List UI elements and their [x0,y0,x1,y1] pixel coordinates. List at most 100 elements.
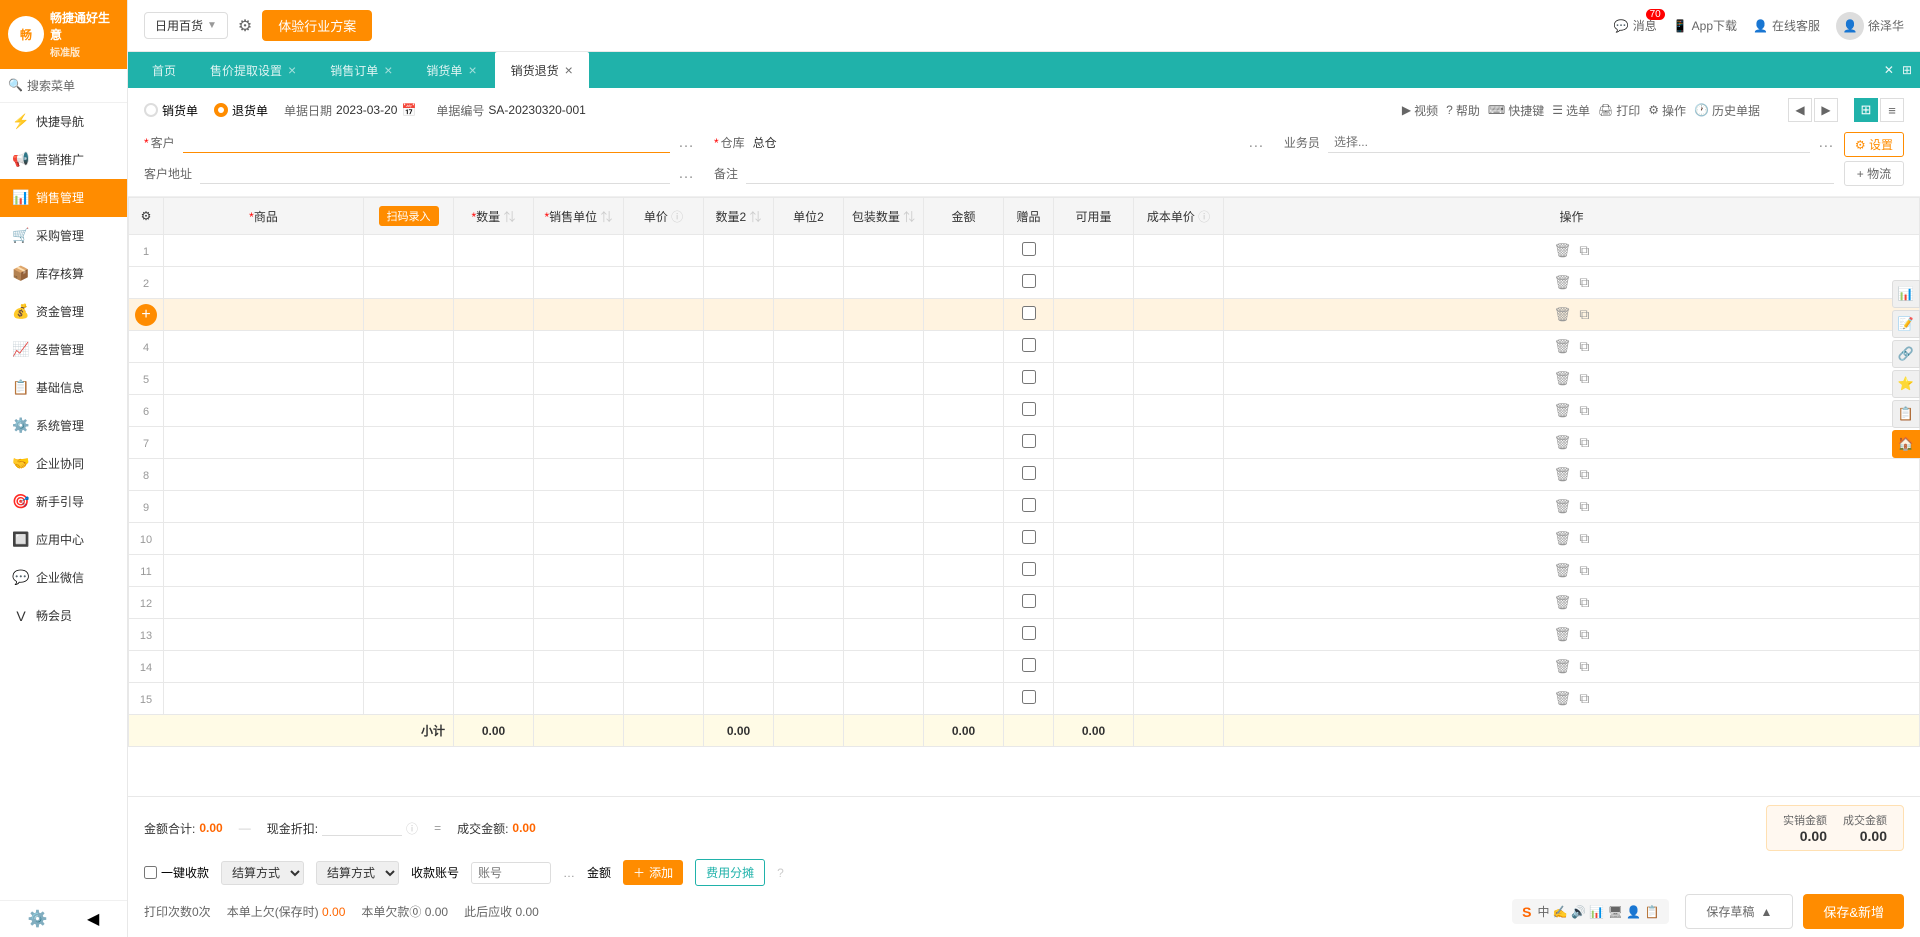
gift-cell[interactable] [1004,363,1054,395]
scan-btn[interactable]: 扫码录入 [379,206,439,226]
trial-btn[interactable]: 体验行业方案 [262,10,372,41]
save-draft-btn[interactable]: 保存草稿 ▲ [1685,894,1793,929]
sidebar-item-app-center[interactable]: 🔲 应用中心 [0,521,127,559]
gift-cell[interactable] [1004,395,1054,427]
sidebar-item-operations[interactable]: 📈 经营管理 [0,331,127,369]
row-copy-btn[interactable]: ⧉ [1577,304,1591,325]
logistics-btn[interactable]: + 物流 [1844,161,1904,186]
qty-input[interactable] [460,532,527,546]
product-input[interactable] [170,372,357,386]
unit-cell[interactable] [534,395,624,427]
store-selector[interactable]: 日用百货 ▼ [144,12,228,39]
gift-checkbox[interactable] [1022,594,1036,608]
unitprice-input[interactable] [630,244,697,258]
unit-cell[interactable] [534,459,624,491]
gift-cell[interactable] [1004,267,1054,299]
unitprice-cell[interactable] [624,363,704,395]
gift-cell[interactable] [1004,427,1054,459]
gift-checkbox[interactable] [1022,530,1036,544]
sidebar-item-inventory[interactable]: 📦 库存核算 [0,255,127,293]
radio-delivery[interactable]: 销货单 [144,102,198,119]
col-pkg-sort[interactable]: ⇅ [903,210,915,224]
right-panel-btn-2[interactable]: 📝 [1892,310,1920,338]
qty-input[interactable] [460,564,527,578]
radio-return[interactable]: 退货单 [214,102,268,119]
tab-sales-order[interactable]: 销售订单 × [314,52,408,88]
discount-input[interactable] [322,821,402,836]
salesperson-dots[interactable]: … [1818,134,1834,152]
unit-cell[interactable] [534,235,624,267]
product-cell[interactable] [164,267,364,299]
sidebar-item-sales[interactable]: 📊 销售管理 [0,179,127,217]
tab-sales-delivery[interactable]: 销货单 × [410,52,492,88]
qty-cell[interactable] [454,235,534,267]
unitprice-cell[interactable] [624,267,704,299]
right-panel-btn-1[interactable]: 📊 [1892,280,1920,308]
sidebar-item-enterprise[interactable]: 🤝 企业协同 [0,445,127,483]
unit-cell[interactable] [534,299,624,331]
row-delete-btn[interactable]: 🗑 [1552,304,1574,325]
unitprice-input[interactable] [630,532,697,546]
qty-cell[interactable] [454,459,534,491]
product-input[interactable] [170,308,357,322]
unit-input[interactable] [540,372,617,386]
gift-checkbox[interactable] [1022,690,1036,704]
unit-cell[interactable] [534,555,624,587]
tab-sales-return-close[interactable]: × [565,62,573,78]
toolbar-print[interactable]: 🖨 打印 [1598,102,1640,119]
product-input[interactable] [170,660,357,674]
row-delete-btn[interactable]: 🗑 [1552,240,1574,261]
unit-input[interactable] [540,244,617,258]
unitprice-input[interactable] [630,596,697,610]
toolbar-prev-btn[interactable]: ◀ [1788,98,1812,122]
right-panel-btn-4[interactable]: ⭐ [1892,370,1920,398]
unit-cell[interactable] [534,427,624,459]
gift-cell[interactable] [1004,299,1054,331]
unit-input[interactable] [540,532,617,546]
toolbar-list-view-btn[interactable]: ≡ [1880,98,1904,122]
search-menu[interactable]: 🔍 搜索菜单 [0,69,127,103]
toolbar-video[interactable]: ▶ 视频 [1402,102,1438,119]
unit-input[interactable] [540,468,617,482]
product-input[interactable] [170,244,357,258]
customer-dots[interactable]: … [678,134,694,152]
address-input[interactable] [200,163,670,184]
account-input[interactable] [471,862,551,884]
gift-cell[interactable] [1004,555,1054,587]
unit-input[interactable] [540,500,617,514]
row-copy-btn[interactable]: ⧉ [1577,432,1591,453]
toolbar-operate[interactable]: ⚙ 操作 [1648,102,1686,119]
qty-cell[interactable] [454,523,534,555]
fee-split-btn[interactable]: 费用分摊 [695,859,765,886]
message-icon-container[interactable]: 💬 消息 70 [1614,17,1657,34]
app-download-item[interactable]: 📱 App下载 [1673,17,1737,34]
qty-input[interactable] [460,500,527,514]
col-qty-sort[interactable]: ⇅ [504,210,516,224]
qty-input[interactable] [460,468,527,482]
row-copy-btn[interactable]: ⧉ [1577,496,1591,517]
gift-checkbox[interactable] [1022,658,1036,672]
gift-cell[interactable] [1004,491,1054,523]
row-copy-btn[interactable]: ⧉ [1577,688,1591,709]
unitprice-input[interactable] [630,692,697,706]
qty-cell[interactable] [454,299,534,331]
product-cell[interactable] [164,363,364,395]
unitprice-input[interactable] [630,308,697,322]
add-btn[interactable]: ＋ 添加 [623,860,683,885]
sidebar-settings-icon[interactable]: ⚙️ [28,909,48,929]
tab-sales-return[interactable]: 销货退货 × [495,52,589,88]
qty-cell[interactable] [454,587,534,619]
gift-checkbox[interactable] [1022,274,1036,288]
row-delete-btn[interactable]: 🗑 [1552,464,1574,485]
sidebar-collapse-icon[interactable]: ◀ [87,909,99,929]
qty-cell[interactable] [454,555,534,587]
gift-checkbox[interactable] [1022,402,1036,416]
qty-input[interactable] [460,404,527,418]
unitprice-input[interactable] [630,340,697,354]
product-input[interactable] [170,628,357,642]
gift-checkbox[interactable] [1022,466,1036,480]
right-panel-btn-5[interactable]: 📋 [1892,400,1920,428]
unit-cell[interactable] [534,363,624,395]
row-copy-btn[interactable]: ⧉ [1577,336,1591,357]
unitprice-cell[interactable] [624,235,704,267]
